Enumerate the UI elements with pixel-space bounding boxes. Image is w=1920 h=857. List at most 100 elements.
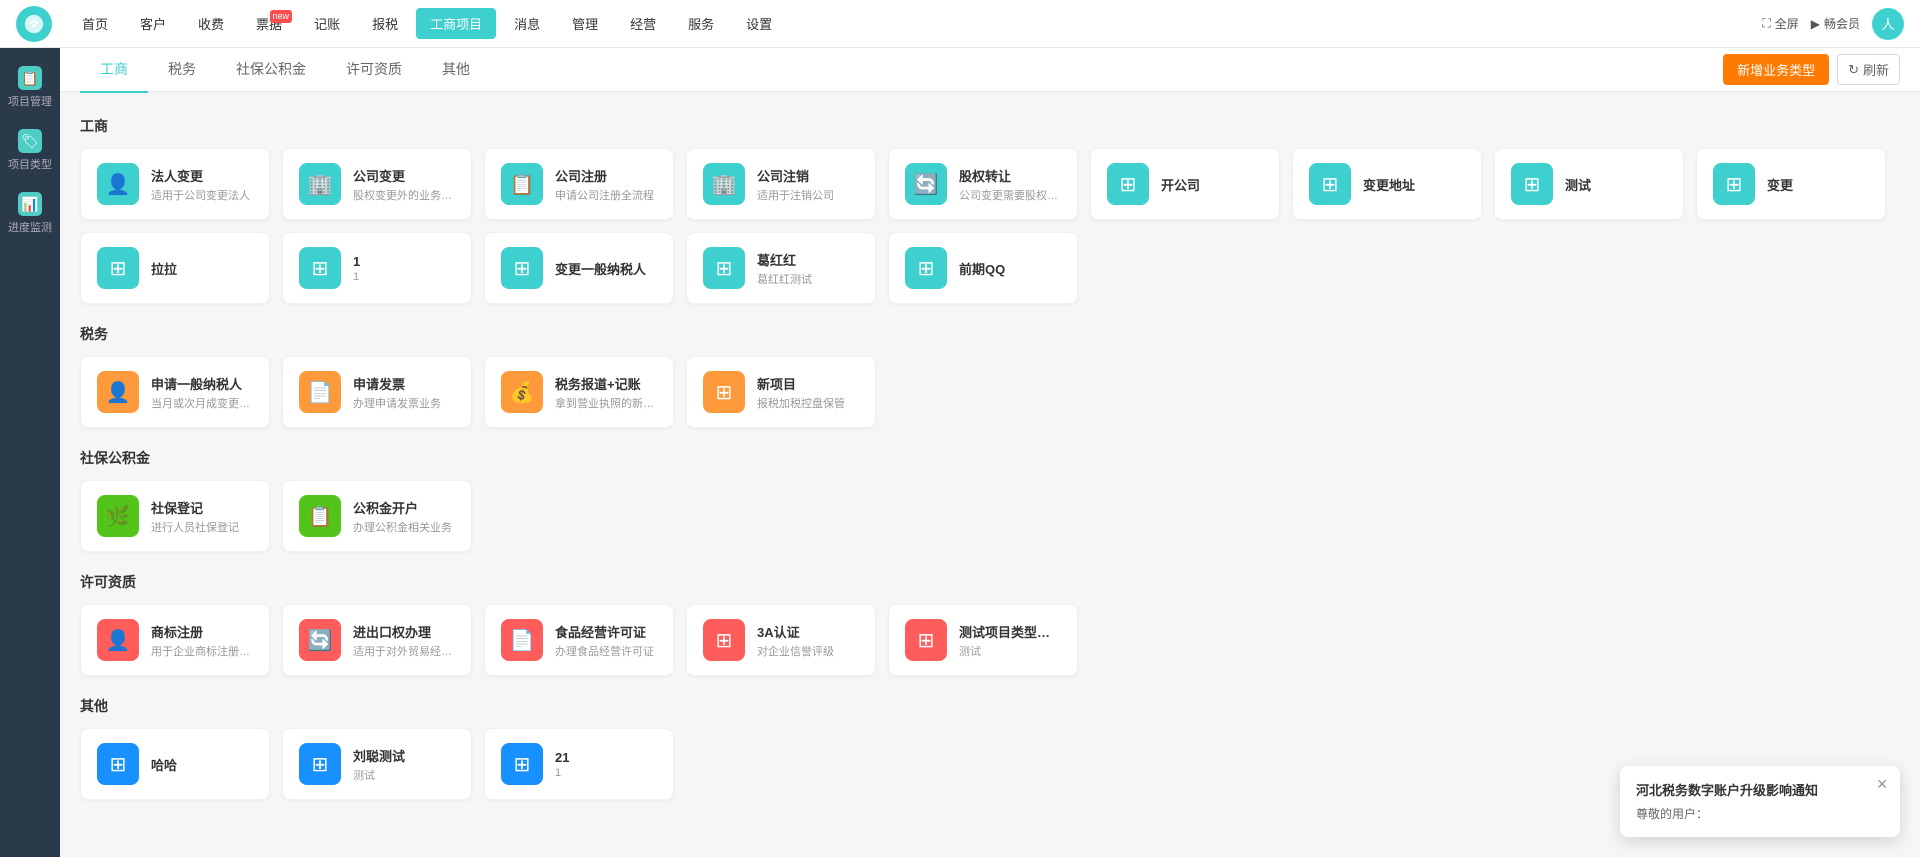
card-info: 前期QQ	[959, 259, 1061, 278]
nav-item-管理[interactable]: 管理	[558, 8, 612, 39]
card-icon: ⊞	[703, 247, 745, 289]
card-title: 葛红红	[757, 250, 859, 269]
card-title: 哈哈	[151, 755, 253, 774]
card-icon: ⊞	[97, 247, 139, 289]
card-税务报道+记账[interactable]: 💰 税务报道+记账 拿到营业执照的新公司	[484, 356, 674, 428]
vip-btn[interactable]: ▶ 畅会员	[1811, 15, 1860, 32]
card-拉拉[interactable]: ⊞ 拉拉	[80, 232, 270, 304]
card-公司变更[interactable]: 🏢 公司变更 股权变更外的业务变更	[282, 148, 472, 220]
card-desc: 适用于注销公司	[757, 187, 859, 203]
card-申请一般纳税人[interactable]: 👤 申请一般纳税人 当月或次月成变更完成	[80, 356, 270, 428]
card-desc: 葛红红测试	[757, 271, 859, 287]
card-title: 进出口权办理	[353, 622, 455, 641]
nav-item-客户[interactable]: 客户	[126, 8, 180, 39]
card-title: 变更	[1767, 175, 1869, 194]
card-测试项目类型自定义[interactable]: ⊞ 测试项目类型自定义 测试	[888, 604, 1078, 676]
card-info: 测试项目类型自定义 测试	[959, 622, 1061, 659]
card-grid-工商: 👤 法人变更 适用于公司变更法人 🏢 公司变更 股权变更外的业务变更 📋 公司注…	[80, 148, 1900, 304]
card-icon: 📄	[299, 371, 341, 413]
card-info: 申请一般纳税人 当月或次月成变更完成	[151, 374, 253, 411]
nav-item-经营[interactable]: 经营	[616, 8, 670, 39]
card-申请发票[interactable]: 📄 申请发票 办理申请发票业务	[282, 356, 472, 428]
card-刘聪测试[interactable]: ⊞ 刘聪测试 测试	[282, 728, 472, 800]
nav-item-设置[interactable]: 设置	[732, 8, 786, 39]
nav-item-服务[interactable]: 服务	[674, 8, 728, 39]
card-title: 新项目	[757, 374, 859, 393]
card-info: 股权转让 公司变更需要股权转让	[959, 166, 1061, 203]
card-前期QQ[interactable]: ⊞ 前期QQ	[888, 232, 1078, 304]
sidebar: 📋 项目管理 🏷 项目类型 📊 进度监测	[0, 48, 60, 857]
nav-item-工商项目[interactable]: 工商项目	[416, 8, 496, 39]
new-type-button[interactable]: 新增业务类型	[1723, 54, 1829, 85]
notification-body: 尊敬的用户：	[1636, 805, 1884, 823]
sidebar-item-项目类型[interactable]: 🏷 项目类型	[4, 121, 56, 180]
card-公积金开户[interactable]: 📋 公积金开户 办理公积金相关业务	[282, 480, 472, 552]
card-icon: ⊞	[299, 743, 341, 785]
card-info: 商标注册 用于企业商标注册服务	[151, 622, 253, 659]
sidebar-item-进度监测[interactable]: 📊 进度监测	[4, 184, 56, 243]
nav-item-票据[interactable]: 票据new	[242, 8, 296, 39]
avatar[interactable]: 人	[1872, 8, 1904, 40]
main-wrapper: 工商税务社保公积金许可资质其他 新增业务类型 ↻ 刷新 工商 👤 法人变更 适用…	[60, 48, 1920, 857]
nav-item-消息[interactable]: 消息	[500, 8, 554, 39]
logo[interactable]	[16, 6, 52, 42]
card-21[interactable]: ⊞ 21 1	[484, 728, 674, 800]
card-desc: 适用于对外贸易经营者	[353, 643, 455, 659]
sidebar-icon: 📋	[18, 66, 42, 90]
nav-badge: new	[270, 10, 293, 23]
card-变更地址[interactable]: ⊞ 变更地址	[1292, 148, 1482, 220]
card-进出口权办理[interactable]: 🔄 进出口权办理 适用于对外贸易经营者	[282, 604, 472, 676]
card-info: 公司注册 申请公司注册全流程	[555, 166, 657, 203]
card-变更[interactable]: ⊞ 变更	[1696, 148, 1886, 220]
card-商标注册[interactable]: 👤 商标注册 用于企业商标注册服务	[80, 604, 270, 676]
tab-社保公积金[interactable]: 社保公积金	[216, 47, 326, 93]
card-title: 21	[555, 750, 657, 765]
card-变更一般纳税人[interactable]: ⊞ 变更一般纳税人	[484, 232, 674, 304]
card-icon: 💰	[501, 371, 543, 413]
card-葛红红[interactable]: ⊞ 葛红红 葛红红测试	[686, 232, 876, 304]
card-title: 申请一般纳税人	[151, 374, 253, 393]
card-3A认证[interactable]: ⊞ 3A认证 对企业信誉评级	[686, 604, 876, 676]
card-icon: ⊞	[501, 247, 543, 289]
card-title: 社保登记	[151, 498, 253, 517]
card-公司注册[interactable]: 📋 公司注册 申请公司注册全流程	[484, 148, 674, 220]
card-icon: 🌿	[97, 495, 139, 537]
fullscreen-btn[interactable]: ⛶ 全屏	[1762, 15, 1798, 32]
tab-工商[interactable]: 工商	[80, 47, 148, 93]
card-info: 新项目 报税加税控盘保管	[757, 374, 859, 411]
card-1[interactable]: ⊞ 1 1	[282, 232, 472, 304]
card-公司注销[interactable]: 🏢 公司注销 适用于注销公司	[686, 148, 876, 220]
card-title: 拉拉	[151, 259, 253, 278]
card-哈哈[interactable]: ⊞ 哈哈	[80, 728, 270, 800]
card-新项目[interactable]: ⊞ 新项目 报税加税控盘保管	[686, 356, 876, 428]
card-食品经营许可证[interactable]: 📄 食品经营许可证 办理食品经营许可证	[484, 604, 674, 676]
card-info: 社保登记 进行人员社保登记	[151, 498, 253, 535]
card-法人变更[interactable]: 👤 法人变更 适用于公司变更法人	[80, 148, 270, 220]
tab-其他[interactable]: 其他	[422, 47, 490, 93]
nav-item-报税[interactable]: 报税	[358, 8, 412, 39]
nav-item-记账[interactable]: 记账	[300, 8, 354, 39]
card-测试[interactable]: ⊞ 测试	[1494, 148, 1684, 220]
tab-许可资质[interactable]: 许可资质	[326, 47, 422, 93]
card-info: 食品经营许可证 办理食品经营许可证	[555, 622, 657, 659]
card-title: 3A认证	[757, 622, 859, 641]
tab-税务[interactable]: 税务	[148, 47, 216, 93]
card-icon: 👤	[97, 619, 139, 661]
card-开公司[interactable]: ⊞ 开公司	[1090, 148, 1280, 220]
card-icon: ⊞	[1309, 163, 1351, 205]
notification-close[interactable]: ✕	[1876, 776, 1888, 793]
card-info: 开公司	[1161, 175, 1263, 194]
sidebar-item-项目管理[interactable]: 📋 项目管理	[4, 58, 56, 117]
card-title: 1	[353, 254, 455, 269]
tab-items: 工商税务社保公积金许可资质其他	[80, 47, 490, 92]
refresh-button[interactable]: ↻ 刷新	[1837, 54, 1900, 85]
nav-item-首页[interactable]: 首页	[68, 8, 122, 39]
card-股权转让[interactable]: 🔄 股权转让 公司变更需要股权转让	[888, 148, 1078, 220]
nav-items: 首页客户收费票据new记账报税工商项目消息管理经营服务设置	[68, 8, 1762, 39]
card-info: 进出口权办理 适用于对外贸易经营者	[353, 622, 455, 659]
card-社保登记[interactable]: 🌿 社保登记 进行人员社保登记	[80, 480, 270, 552]
card-desc: 对企业信誉评级	[757, 643, 859, 659]
nav-item-收费[interactable]: 收费	[184, 8, 238, 39]
card-desc: 进行人员社保登记	[151, 519, 253, 535]
card-info: 公司注销 适用于注销公司	[757, 166, 859, 203]
